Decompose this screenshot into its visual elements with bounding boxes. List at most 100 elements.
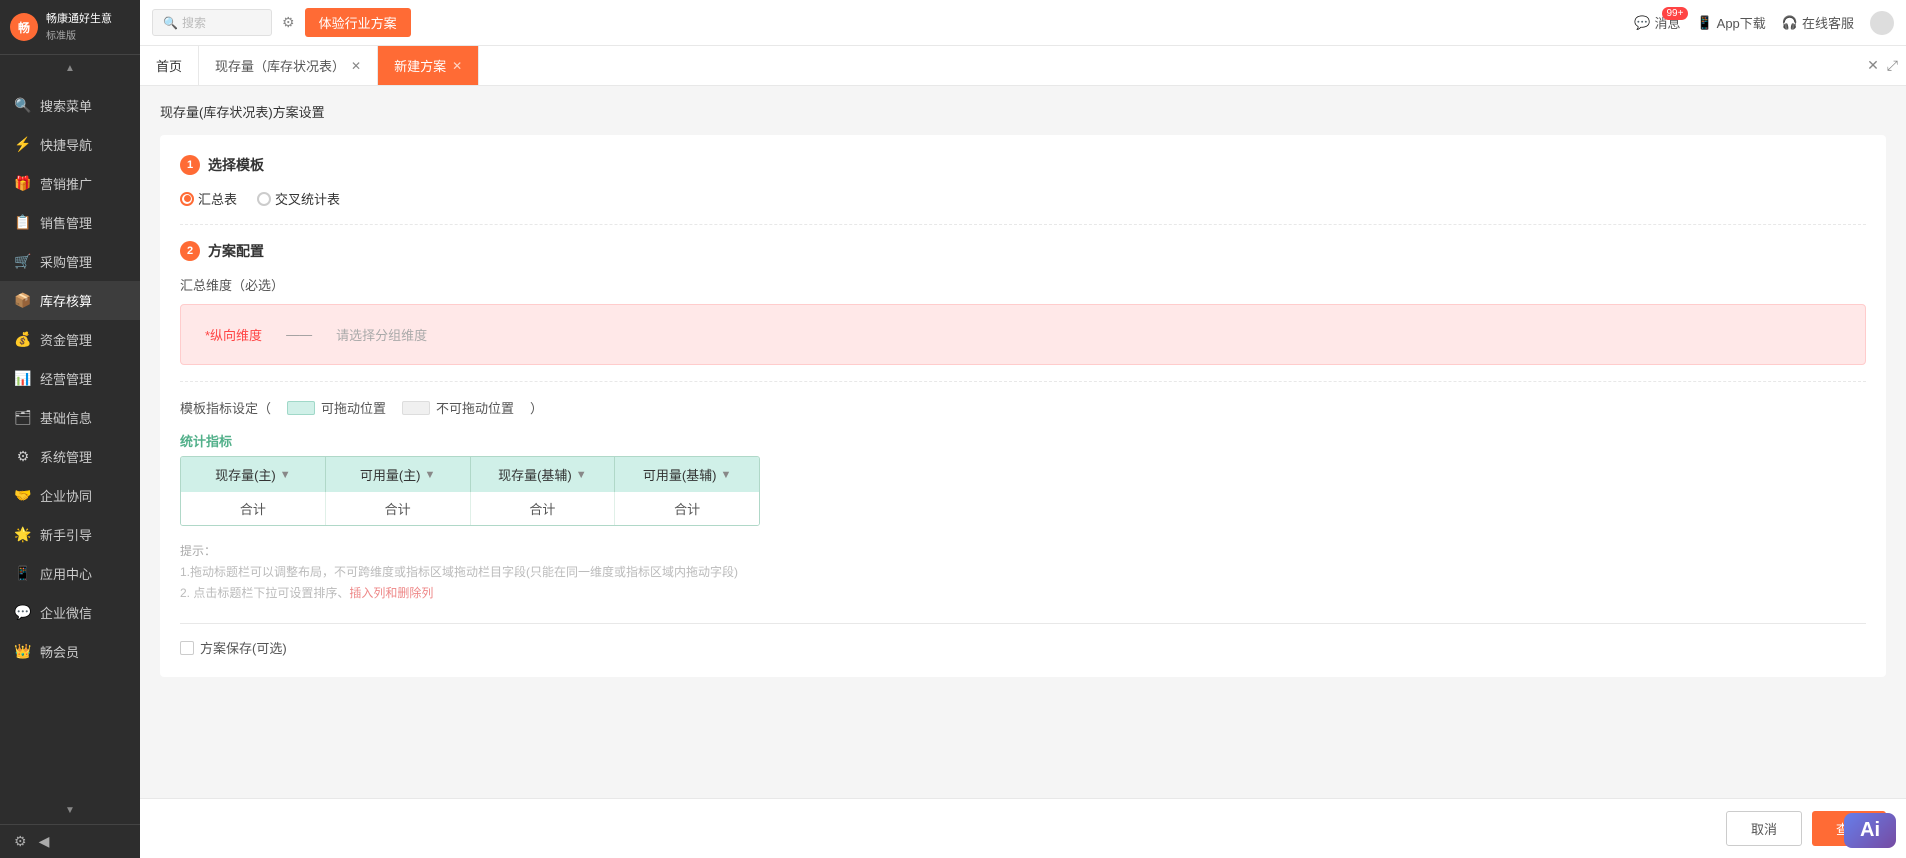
tip-1: 1.拖动标题栏可以调整布局，不可跨维度或指标区域拖动栏目字段(只能在同一维度或指… (180, 563, 1866, 582)
movable-legend-label: 可拖动位置 (321, 398, 386, 417)
sidebar-item-business[interactable]: 📊 经营管理 (0, 359, 140, 398)
sidebar-item-label: 销售管理 (40, 213, 92, 232)
settings-icon[interactable]: ⚙ (14, 833, 27, 850)
col3-dropdown-icon[interactable]: ▼ (576, 469, 587, 481)
dimension-box[interactable]: *纵向维度 —— 请选择分组维度 (180, 304, 1866, 365)
tab-new-plan[interactable]: 新建方案 ✕ (378, 46, 479, 85)
stats-col3-data: 合计 (471, 492, 616, 525)
tip-highlight2: 插入列和 (349, 586, 397, 600)
tab-home[interactable]: 首页 (140, 46, 199, 85)
step2-title: 方案配置 (208, 241, 264, 261)
stats-col1-header[interactable]: 现存量(主) ▼ (181, 457, 326, 492)
stats-col2-header[interactable]: 可用量(主) ▼ (326, 457, 471, 492)
tab-inventory-status[interactable]: 现存量（库存状况表） ✕ (199, 46, 378, 85)
sidebar-item-label: 企业微信 (40, 603, 92, 622)
sidebar-item-label: 基础信息 (40, 408, 92, 427)
stats-col3-header[interactable]: 现存量(基辅) ▼ (471, 457, 616, 492)
step2-number: 2 (180, 241, 200, 261)
sidebar-item-sales[interactable]: 📋 销售管理 (0, 203, 140, 242)
tips-title: 提示： (180, 542, 1866, 559)
col4-dropdown-icon[interactable]: ▼ (721, 469, 732, 481)
sidebar-item-system[interactable]: ⚙ 系统管理 (0, 437, 140, 476)
tab-inventory-close[interactable]: ✕ (351, 59, 361, 73)
page-title: 现存量(库存状况表)方案设置 (160, 102, 1886, 121)
sidebar-item-app-center[interactable]: 📱 应用中心 (0, 554, 140, 593)
main-area: 🔍 搜索 ⚙ 体验行业方案 💬 消息 99+ 📱 App下载 🎧 在线客服 (140, 0, 1906, 858)
app-name: 畅康通好生意 (46, 12, 112, 27)
tab-home-label: 首页 (156, 56, 182, 75)
save-row: 方案保存(可选) (180, 623, 1866, 657)
online-service-link[interactable]: 🎧 在线客服 (1782, 13, 1854, 32)
user-area[interactable] (1870, 11, 1894, 35)
scroll-down-btn[interactable]: ▼ (61, 801, 79, 820)
stats-col4-label: 可用量(基辅) (643, 465, 717, 484)
sidebar-item-label: 搜索菜单 (40, 96, 92, 115)
stats-col4-data: 合计 (615, 492, 759, 525)
sidebar-item-label: 应用中心 (40, 564, 92, 583)
sidebar-item-label: 系统管理 (40, 447, 92, 466)
radio-summary-circle (180, 192, 194, 206)
main-panel: 1 选择模板 汇总表 交叉统计表 2 方案配置 汇总维度（必 (160, 135, 1886, 677)
section-divider-2 (180, 381, 1866, 382)
purchase-icon: 🛒 (14, 253, 32, 271)
stats-header-row: 现存量(主) ▼ 可用量(主) ▼ 现存量(基辅) ▼ 可用量(基辅) ▼ (181, 457, 759, 492)
wechat-icon: 💬 (14, 604, 32, 622)
expand-btn[interactable]: ⤢ (1887, 57, 1898, 74)
tab-new-plan-label: 新建方案 (394, 56, 446, 75)
ai-badge[interactable]: Ai (1844, 813, 1896, 848)
radio-summary[interactable]: 汇总表 (180, 189, 237, 208)
close-tab-btn[interactable]: ✕ (1867, 57, 1879, 74)
tabbar: 首页 现存量（库存状况表） ✕ 新建方案 ✕ ✕ ⤢ (140, 46, 1906, 86)
trial-btn[interactable]: 体验行业方案 (305, 8, 411, 37)
basic-info-icon: 🗂 (14, 409, 32, 427)
sidebar-item-label: 快捷导航 (40, 135, 92, 154)
scroll-up-btn[interactable]: ▲ (61, 59, 79, 78)
sidebar-item-cooperation[interactable]: 🤝 企业协同 (0, 476, 140, 515)
topbar-left: 🔍 搜索 ⚙ 体验行业方案 (152, 8, 411, 37)
logo-icon: 畅 (10, 13, 38, 41)
radio-cross-label: 交叉统计表 (275, 189, 340, 208)
sidebar-item-label: 库存核算 (40, 291, 92, 310)
inventory-icon: 📦 (14, 292, 32, 310)
topbar: 🔍 搜索 ⚙ 体验行业方案 💬 消息 99+ 📱 App下载 🎧 在线客服 (140, 0, 1906, 46)
radio-cross[interactable]: 交叉统计表 (257, 189, 340, 208)
stats-title: 统计指标 (180, 431, 1866, 450)
tab-inventory-label: 现存量（库存状况表） (215, 56, 345, 75)
col2-dropdown-icon[interactable]: ▼ (425, 469, 436, 481)
cancel-button[interactable]: 取消 (1726, 811, 1802, 846)
step2-header: 2 方案配置 (180, 241, 1866, 261)
sidebar-item-label: 采购管理 (40, 252, 92, 271)
sidebar-item-guide[interactable]: 🌟 新手引导 (0, 515, 140, 554)
sidebar-item-quick-nav[interactable]: ⚡ 快捷导航 (0, 125, 140, 164)
topbar-right: 💬 消息 99+ 📱 App下载 🎧 在线客服 (1634, 11, 1894, 35)
sidebar-item-vip[interactable]: 👑 畅会员 (0, 632, 140, 671)
app-download-link[interactable]: 📱 App下载 (1696, 13, 1765, 32)
sidebar-item-search-menu[interactable]: 🔍 搜索菜单 (0, 86, 140, 125)
sidebar-item-purchase[interactable]: 🛒 采购管理 (0, 242, 140, 281)
message-badge[interactable]: 💬 消息 99+ (1634, 13, 1680, 32)
sidebar-item-finance[interactable]: 💰 资金管理 (0, 320, 140, 359)
vip-icon: 👑 (14, 643, 32, 661)
col1-dropdown-icon[interactable]: ▼ (280, 469, 291, 481)
tabbar-controls: ✕ ⤢ (1859, 46, 1906, 85)
search-box[interactable]: 🔍 搜索 (152, 9, 272, 36)
dimension-dash: —— (286, 327, 312, 342)
sidebar-item-basic-info[interactable]: 🗂 基础信息 (0, 398, 140, 437)
collapse-icon[interactable]: ◀ (39, 833, 50, 850)
indicator-legend-row: 模板指标设定（ 可拖动位置 不可拖动位置 ） (180, 398, 1866, 417)
sidebar-item-label: 资金管理 (40, 330, 92, 349)
radio-cross-circle (257, 192, 271, 206)
tab-new-plan-close[interactable]: ✕ (452, 59, 462, 73)
gear-icon[interactable]: ⚙ (282, 14, 295, 31)
business-icon: 📊 (14, 370, 32, 388)
stats-col1-data: 合计 (181, 492, 326, 525)
tips-section: 提示： 1.拖动标题栏可以调整布局，不可跨维度或指标区域拖动栏目字段(只能在同一… (180, 542, 1866, 603)
save-checkbox[interactable] (180, 641, 194, 655)
sidebar-logo: 畅 畅康通好生意 标准版 (0, 0, 140, 55)
sidebar-item-inventory[interactable]: 📦 库存核算 (0, 281, 140, 320)
sidebar-item-marketing[interactable]: 🎁 营销推广 (0, 164, 140, 203)
radio-summary-label: 汇总表 (198, 189, 237, 208)
message-icon: 💬 (1634, 15, 1650, 31)
stats-col4-header[interactable]: 可用量(基辅) ▼ (615, 457, 759, 492)
sidebar-item-wechat[interactable]: 💬 企业微信 (0, 593, 140, 632)
